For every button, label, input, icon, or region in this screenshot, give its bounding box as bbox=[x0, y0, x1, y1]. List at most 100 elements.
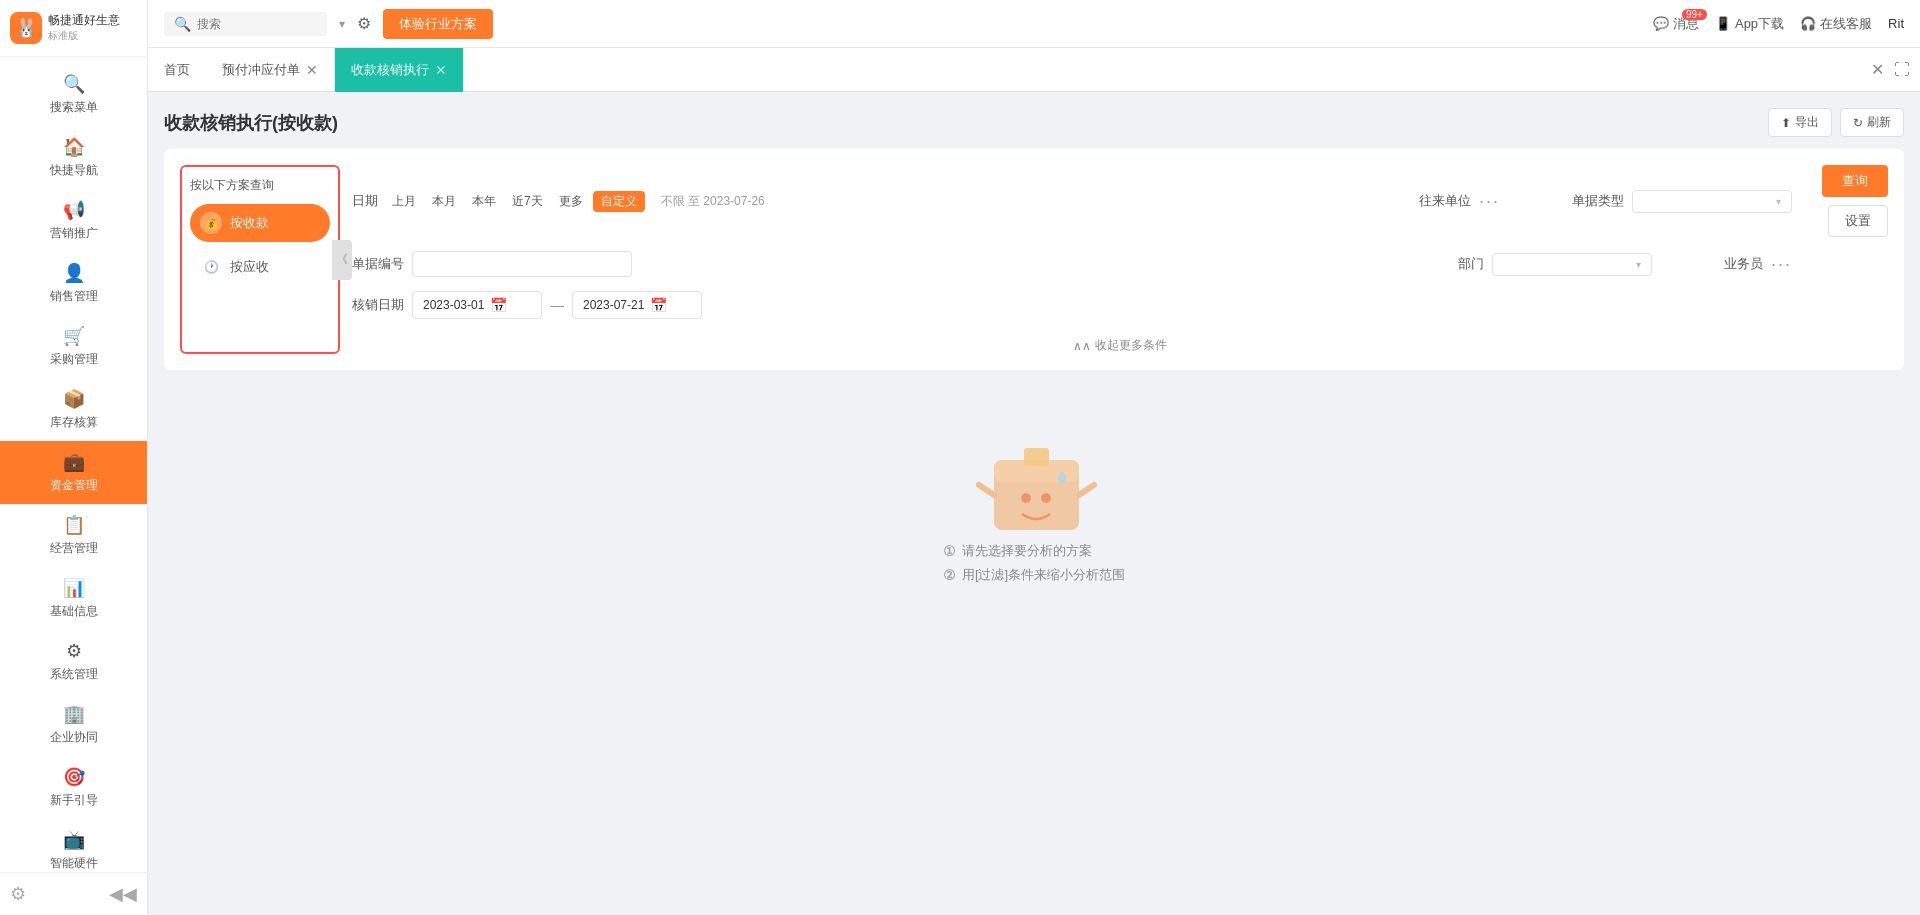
sidebar-item-system[interactable]: ⚙ 系统管理 bbox=[0, 630, 147, 693]
page-title-bar: 收款核销执行(按收款) ⬆ 导出 ↻ 刷新 bbox=[164, 108, 1904, 137]
sidebar-item-inventory[interactable]: 📦 库存核算 bbox=[0, 378, 147, 441]
settings-btn[interactable]: 设置 bbox=[1828, 205, 1888, 237]
page-actions: ⬆ 导出 ↻ 刷新 bbox=[1768, 108, 1904, 137]
search-input[interactable] bbox=[197, 17, 317, 31]
sidebar-item-finance[interactable]: 💼 资金管理 bbox=[0, 441, 147, 504]
refresh-btn[interactable]: ↻ 刷新 bbox=[1840, 108, 1904, 137]
home-icon: 🏠 bbox=[63, 136, 85, 158]
partner-dots-btn[interactable]: ··· bbox=[1479, 191, 1500, 212]
collapse-label: 收起更多条件 bbox=[1095, 337, 1167, 354]
date-last-month-btn[interactable]: 上月 bbox=[386, 191, 422, 212]
verify-end-date[interactable]: 2023-07-21 📅 bbox=[572, 291, 702, 319]
tab-close-icon[interactable]: ✕ bbox=[306, 62, 318, 78]
staff-dots-btn[interactable]: ··· bbox=[1771, 254, 1792, 275]
filter-row-3: 核销日期 2023-03-01 📅 — 2023-07-21 📅 bbox=[352, 291, 1888, 319]
tab-verify[interactable]: 收款核销执行 ✕ bbox=[335, 48, 464, 92]
search-icon: 🔍 bbox=[63, 73, 85, 95]
sidebar-item-basic[interactable]: 📊 基础信息 bbox=[0, 567, 147, 630]
header-right: 💬 消息 99+ 📱 App下载 🎧 在线客服 Rit bbox=[1653, 15, 1904, 33]
receivable-icon: 🕐 bbox=[200, 256, 222, 278]
filter-right-panel: 日期 上月 本月 本年 近7天 更多 自定义 不限 至 2023-07-26 bbox=[352, 165, 1888, 354]
username-label[interactable]: Rit bbox=[1888, 16, 1904, 31]
filter-option-label: 按应收 bbox=[230, 258, 269, 276]
sales-icon: 👤 bbox=[63, 262, 85, 284]
sidebar-item-guide[interactable]: 🎯 新手引导 bbox=[0, 756, 147, 819]
sidebar-item-label: 采购管理 bbox=[50, 351, 98, 368]
app-download-btn[interactable]: 📱 App下载 bbox=[1715, 15, 1784, 33]
finance-icon: 💼 bbox=[63, 451, 85, 473]
sidebar: 🐰 畅捷通好生意 标准版 🔍 搜索菜单 🏠 快捷导航 📢 营销推广 👤 销售管理… bbox=[0, 0, 148, 915]
enterprise-icon: 🏢 bbox=[63, 703, 85, 725]
verify-start-date[interactable]: 2023-03-01 📅 bbox=[412, 291, 542, 319]
message-btn[interactable]: 💬 消息 99+ bbox=[1653, 15, 1699, 33]
service-label: 在线客服 bbox=[1820, 15, 1872, 33]
sidebar-item-label: 资金管理 bbox=[50, 477, 98, 494]
purchase-icon: 🛒 bbox=[63, 325, 85, 347]
collapse-icon: ∧∧ bbox=[1073, 339, 1091, 353]
filter-collapse-btn[interactable]: 《 bbox=[332, 240, 352, 280]
date-custom-btn[interactable]: 自定义 bbox=[593, 191, 645, 212]
sidebar-item-label: 快捷导航 bbox=[50, 162, 98, 179]
tab-close-icon[interactable]: ✕ bbox=[435, 62, 447, 78]
sidebar-item-search[interactable]: 🔍 搜索菜单 bbox=[0, 63, 147, 126]
empty-state: ① 请先选择要分析的方案 ② 用[过滤]条件来缩小分析范围 bbox=[164, 430, 1904, 584]
empty-svg bbox=[974, 430, 1104, 540]
app-name: 畅捷通好生意 bbox=[48, 13, 120, 29]
verify-end-value: 2023-07-21 bbox=[583, 298, 644, 312]
query-btn[interactable]: 查询 bbox=[1822, 165, 1888, 197]
chevron-down-icon[interactable]: ▾ bbox=[339, 17, 345, 31]
docno-label: 单据编号 bbox=[352, 255, 404, 273]
sidebar-item-enterprise[interactable]: 🏢 企业协同 bbox=[0, 693, 147, 756]
sidebar-item-label: 新手引导 bbox=[50, 792, 98, 809]
expand-tab-btn[interactable]: ⛶ bbox=[1894, 61, 1910, 79]
sidebar-bottom: ⚙ ◀◀ bbox=[0, 872, 147, 915]
sidebar-item-sales[interactable]: 👤 销售管理 bbox=[0, 252, 147, 315]
settings-icon[interactable]: ⚙ bbox=[10, 883, 26, 905]
marketing-icon: 📢 bbox=[63, 199, 85, 221]
export-icon: ⬆ bbox=[1781, 116, 1791, 130]
industry-btn[interactable]: 体验行业方案 bbox=[383, 9, 493, 39]
doctype-select[interactable]: ▾ bbox=[1632, 190, 1792, 213]
close-tab-btn[interactable]: ✕ bbox=[1871, 60, 1884, 79]
tabs-bar: 首页 预付冲应付单 ✕ 收款核销执行 ✕ ✕ ⛶ bbox=[148, 48, 1920, 92]
collapse-more-btn[interactable]: ∧∧ 收起更多条件 bbox=[352, 337, 1888, 354]
sidebar-item-marketing[interactable]: 📢 营销推广 bbox=[0, 189, 147, 252]
verify-date-label: 核销日期 bbox=[352, 296, 404, 314]
sidebar-item-label: 智能硬件 bbox=[50, 855, 98, 872]
hardware-icon: 📺 bbox=[63, 829, 85, 851]
sidebar-item-quick[interactable]: 🏠 快捷导航 bbox=[0, 126, 147, 189]
date-shortcuts: 上月 本月 本年 近7天 更多 自定义 bbox=[386, 191, 645, 212]
sidebar-item-purchase[interactable]: 🛒 采购管理 bbox=[0, 315, 147, 378]
export-btn[interactable]: ⬆ 导出 bbox=[1768, 108, 1832, 137]
dept-label: 部门 bbox=[1458, 255, 1484, 273]
staff-label: 业务员 bbox=[1724, 255, 1763, 273]
svg-rect-2 bbox=[1024, 448, 1049, 466]
sidebar-item-operations[interactable]: 📋 经营管理 bbox=[0, 504, 147, 567]
date-7days-btn[interactable]: 近7天 bbox=[506, 191, 549, 212]
filter-option-label: 按收款 bbox=[230, 214, 269, 232]
tab-home[interactable]: 首页 bbox=[148, 48, 206, 92]
empty-hint-1: ① 请先选择要分析的方案 bbox=[943, 542, 1125, 560]
filter-option-by-receipt[interactable]: 💰 按收款 bbox=[190, 204, 330, 242]
tab-prepay[interactable]: 预付冲应付单 ✕ bbox=[206, 48, 335, 92]
filter-doctype-field: 单据类型 ▾ bbox=[1572, 190, 1792, 213]
gear-icon[interactable]: ⚙ bbox=[357, 14, 371, 33]
date-this-year-btn[interactable]: 本年 bbox=[466, 191, 502, 212]
filter-date-field: 日期 上月 本月 本年 近7天 更多 自定义 bbox=[352, 191, 645, 212]
doctype-label: 单据类型 bbox=[1572, 192, 1624, 210]
filter-row-2: 单据编号 部门 ▾ 业务员 ··· bbox=[352, 251, 1888, 277]
filter-option-by-receivable[interactable]: 🕐 按应收 bbox=[190, 248, 330, 286]
message-icon: 💬 bbox=[1653, 16, 1669, 31]
header-search-box[interactable]: 🔍 bbox=[164, 12, 327, 36]
sidebar-item-label: 搜索菜单 bbox=[50, 99, 98, 116]
collapse-sidebar-icon[interactable]: ◀◀ bbox=[109, 883, 137, 905]
inventory-icon: 📦 bbox=[63, 388, 85, 410]
docno-input[interactable] bbox=[412, 251, 632, 277]
date-this-month-btn[interactable]: 本月 bbox=[426, 191, 462, 212]
sidebar-item-hardware[interactable]: 📺 智能硬件 bbox=[0, 819, 147, 872]
filter-row-1: 日期 上月 本月 本年 近7天 更多 自定义 不限 至 2023-07-26 bbox=[352, 165, 1888, 237]
service-btn[interactable]: 🎧 在线客服 bbox=[1800, 15, 1872, 33]
svg-line-7 bbox=[1079, 485, 1094, 495]
dept-select[interactable]: ▾ bbox=[1492, 253, 1652, 276]
date-more-btn[interactable]: 更多 bbox=[553, 191, 589, 212]
